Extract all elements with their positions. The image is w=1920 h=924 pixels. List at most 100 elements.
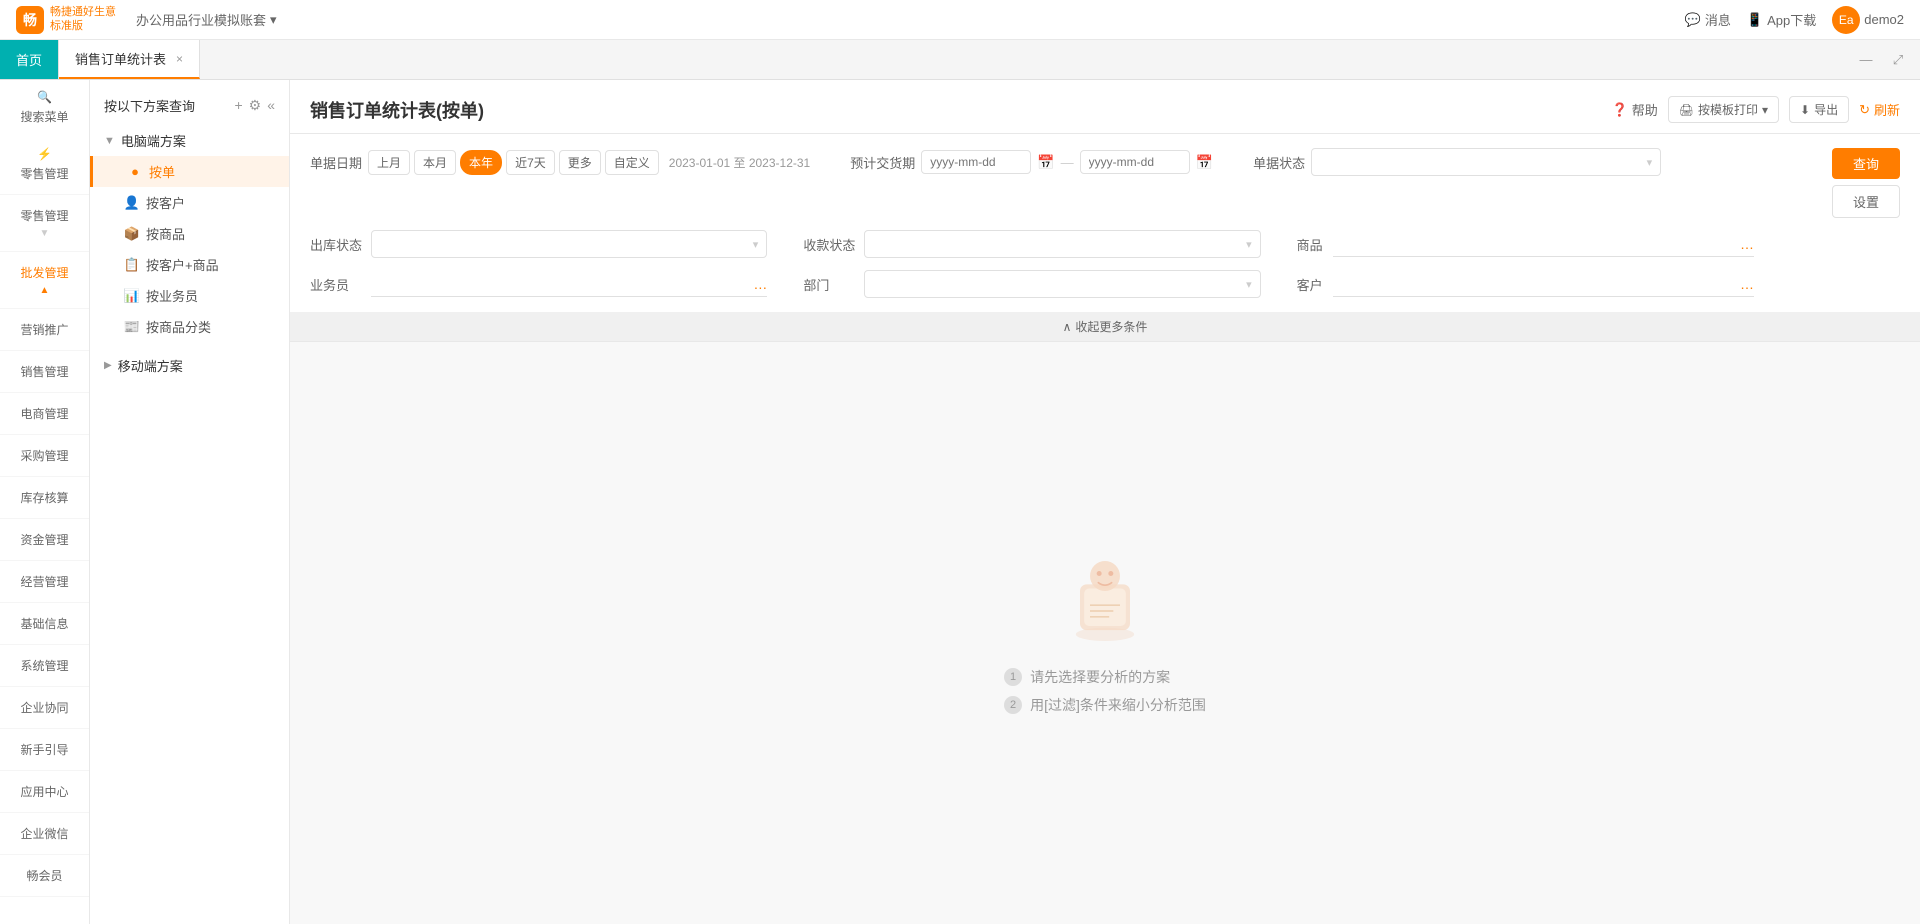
panel-header: 按以下方案查询 + ⚙ «	[90, 90, 289, 121]
sidebar-item-basic[interactable]: 基础信息	[0, 603, 89, 645]
sidebar-item-corpwx[interactable]: 企业微信	[0, 813, 89, 855]
panel-add-icon[interactable]: +	[234, 97, 242, 114]
sidebar-item-newbie[interactable]: 新手引导	[0, 729, 89, 771]
delivery-status-select[interactable]: ▾	[371, 230, 767, 258]
message-icon: 💬	[1685, 12, 1701, 28]
goods-more-icon[interactable]: …	[1740, 236, 1754, 252]
sidebar-item-corp[interactable]: 企业协同	[0, 687, 89, 729]
settings-button[interactable]: 设置	[1832, 185, 1900, 218]
top-bar: 畅 畅捷通好生意 标准版 办公用品行业模拟账套 ▾ 💬 消息 📱 App下载 E…	[0, 0, 1920, 40]
export-icon: ⬇	[1800, 103, 1810, 117]
page-title: 销售订单统计表(按单)	[310, 97, 484, 123]
sidebar-item-member[interactable]: 畅会员	[0, 855, 89, 897]
panel-collapse-icon[interactable]: «	[267, 97, 275, 114]
date-btn-last7[interactable]: 近7天	[506, 150, 555, 175]
collapse-bar[interactable]: ∧ 收起更多条件	[290, 312, 1920, 342]
quick-nav-icon: ⚡	[37, 147, 52, 161]
salesperson-label: 业务员	[310, 275, 365, 294]
search-icon: 🔍	[37, 90, 52, 104]
tree-child-by-order[interactable]: ● 按单	[90, 156, 289, 187]
empty-tips: 1 请先选择要分析的方案 2 用[过滤]条件来缩小分析范围	[1004, 667, 1206, 715]
export-button[interactable]: ⬇ 导出	[1789, 96, 1849, 123]
sidebar-item-purchase[interactable]: 采购管理	[0, 435, 89, 477]
tab-bar: 首页 销售订单统计表 × — ⤢	[0, 40, 1920, 80]
tab-close-icon[interactable]: ×	[176, 52, 183, 66]
filter-inner: 单据日期 上月 本月 本年 近7天 更多 自定义	[290, 134, 1920, 312]
tree-child-by-category[interactable]: 📰 按商品分类	[90, 311, 289, 342]
calendar-icon-start[interactable]: 📅	[1037, 154, 1054, 171]
help-button[interactable]: ❓ 帮助	[1612, 100, 1658, 119]
customer-more-icon[interactable]: …	[1740, 276, 1754, 292]
empty-illustration	[1055, 551, 1155, 651]
tree-child-by-goods[interactable]: 📦 按商品	[90, 218, 289, 249]
left-panel: 按以下方案查询 + ⚙ « ▼ 电脑端方案 ● 按单 👤 按客户	[90, 80, 290, 924]
sidebar-item-quick-nav[interactable]: ⚡ 零售管理	[0, 135, 89, 195]
department-select[interactable]: ▾	[864, 270, 1260, 298]
tree-parent-pc[interactable]: ▼ 电脑端方案	[90, 125, 289, 156]
expected-date-label: 预计交货期	[850, 153, 915, 172]
avatar: Ea	[1832, 6, 1860, 34]
department-label: 部门	[803, 275, 858, 294]
sidebar-item-operations[interactable]: 经营管理	[0, 561, 89, 603]
sidebar-item-system[interactable]: 系统管理	[0, 645, 89, 687]
tab-active[interactable]: 销售订单统计表 ×	[59, 40, 200, 79]
tree-child-by-cust-goods[interactable]: 📋 按客户+商品	[90, 249, 289, 280]
doc-status-arrow: ▾	[1647, 156, 1653, 169]
payment-status-select[interactable]: ▾	[864, 230, 1260, 258]
app-download-button[interactable]: 📱 App下载	[1747, 10, 1816, 29]
right-panel: 销售订单统计表(按单) ❓ 帮助 🖨 按模板打印 ▾ ⬇ 导出	[290, 80, 1920, 924]
sidebar-item-ecommerce[interactable]: 电商管理	[0, 393, 89, 435]
doc-status-select[interactable]: ▾	[1311, 148, 1661, 176]
calendar-icon-end[interactable]: 📅	[1196, 154, 1213, 171]
sidebar-item-wholesale[interactable]: 批发管理 ▲	[0, 252, 89, 309]
sidebar-search[interactable]: 🔍 搜索菜单	[0, 80, 89, 135]
date-buttons: 上月 本月 本年 近7天 更多 自定义	[368, 150, 659, 175]
user-menu[interactable]: Ea demo2	[1832, 6, 1904, 34]
expand-icon: ▼	[104, 135, 115, 147]
salesperson-more-icon[interactable]: …	[753, 276, 767, 292]
date-btn-prev-month[interactable]: 上月	[368, 150, 410, 175]
by-customer-icon: 👤	[124, 195, 140, 211]
tab-minimize-btn[interactable]: —	[1854, 48, 1878, 72]
main-layout: 🔍 搜索菜单 ⚡ 零售管理 零售管理 ▼ 批发管理 ▲ 营销推广 销售管理 电商…	[0, 80, 1920, 924]
goods-label: 商品	[1297, 235, 1327, 254]
sidebar-item-sales[interactable]: 销售管理	[0, 351, 89, 393]
sidebar-item-inventory[interactable]: 库存核算	[0, 477, 89, 519]
sidebar: 🔍 搜索菜单 ⚡ 零售管理 零售管理 ▼ 批发管理 ▲ 营销推广 销售管理 电商…	[0, 80, 90, 924]
print-button[interactable]: 🖨 按模板打印 ▾	[1668, 96, 1779, 123]
tree-parent-mobile[interactable]: ▶ 移动端方案	[90, 350, 289, 381]
expected-date-end[interactable]	[1080, 150, 1190, 174]
refresh-button[interactable]: ↻ 刷新	[1859, 100, 1900, 119]
expected-date-start[interactable]	[921, 150, 1031, 174]
sidebar-item-appcenter[interactable]: 应用中心	[0, 771, 89, 813]
payment-arrow: ▾	[1246, 238, 1252, 251]
title-dropdown-icon[interactable]: ▾	[270, 12, 277, 28]
date-btn-this-month[interactable]: 本月	[414, 150, 456, 175]
content-area: 按以下方案查询 + ⚙ « ▼ 电脑端方案 ● 按单 👤 按客户	[90, 80, 1920, 924]
delivery-arrow: ▾	[753, 238, 759, 251]
mobile-expand-icon: ▶	[104, 360, 112, 371]
refresh-icon: ↻	[1859, 102, 1870, 118]
date-btn-more[interactable]: 更多	[559, 150, 601, 175]
top-right: 💬 消息 📱 App下载 Ea demo2	[1685, 6, 1904, 34]
query-button[interactable]: 查询	[1832, 148, 1900, 179]
tree-child-by-salesperson[interactable]: 📊 按业务员	[90, 280, 289, 311]
empty-tip-1: 1 请先选择要分析的方案	[1004, 667, 1206, 687]
sidebar-item-marketing[interactable]: 营销推广	[0, 309, 89, 351]
date-dash: —	[1061, 155, 1074, 170]
sidebar-item-finance[interactable]: 资金管理	[0, 519, 89, 561]
by-cust-goods-icon: 📋	[124, 257, 140, 273]
message-button[interactable]: 💬 消息	[1685, 10, 1731, 29]
sidebar-item-retail[interactable]: 零售管理 ▼	[0, 195, 89, 252]
empty-tip-2: 2 用[过滤]条件来缩小分析范围	[1004, 695, 1206, 715]
query-buttons: 查询 设置	[1832, 148, 1900, 218]
tab-maximize-btn[interactable]: ⤢	[1886, 48, 1910, 72]
logo-area: 畅 畅捷通好生意 标准版	[16, 6, 116, 34]
tab-home[interactable]: 首页	[0, 40, 59, 79]
tree-child-by-customer[interactable]: 👤 按客户	[90, 187, 289, 218]
page-actions: ❓ 帮助 🖨 按模板打印 ▾ ⬇ 导出 ↻ 刷新	[1612, 96, 1900, 123]
panel-settings-icon[interactable]: ⚙	[249, 97, 262, 114]
date-btn-this-year[interactable]: 本年	[460, 150, 502, 175]
date-btn-custom[interactable]: 自定义	[605, 150, 659, 175]
help-icon: ❓	[1612, 102, 1628, 118]
